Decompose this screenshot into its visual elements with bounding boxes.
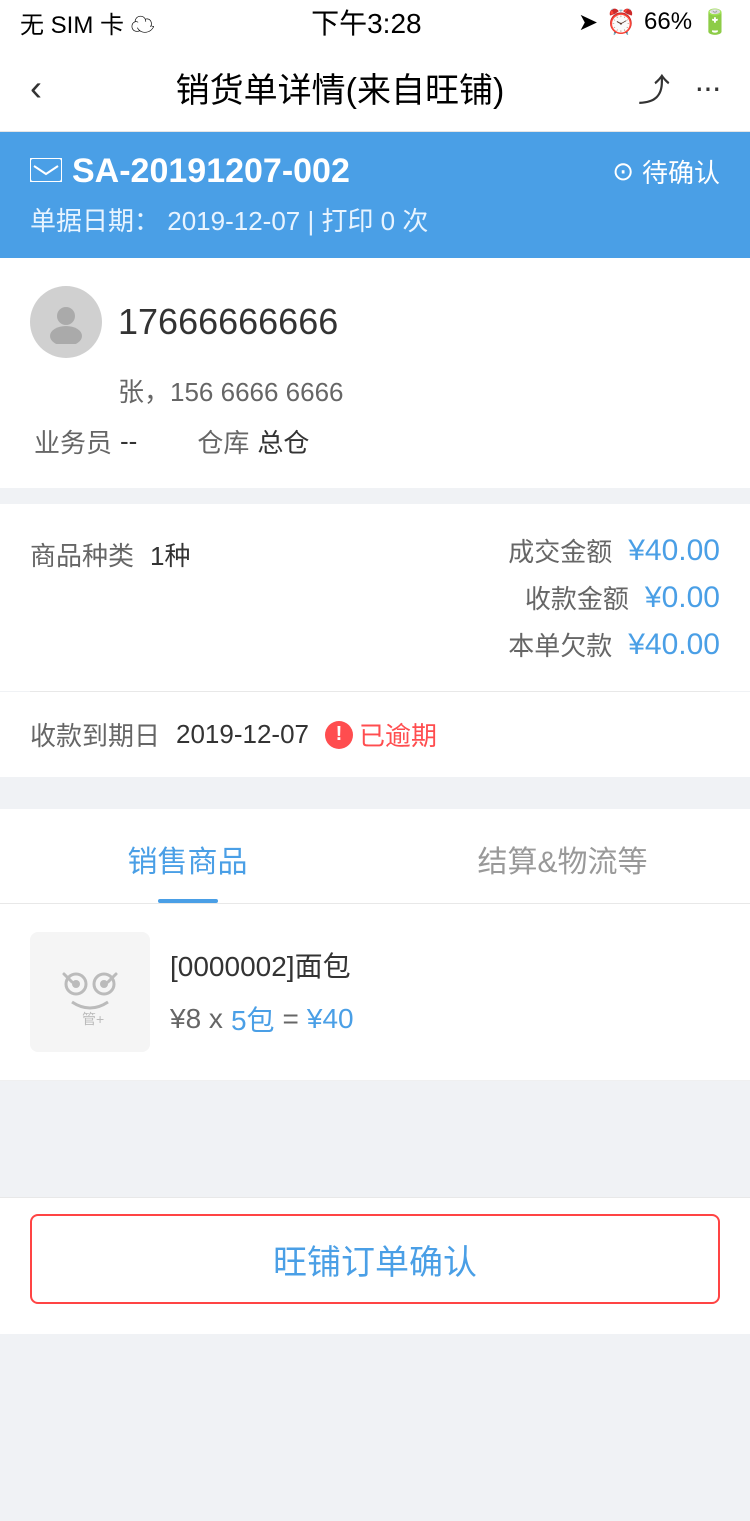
- tab-settlement-logistics[interactable]: 结算&物流等: [375, 809, 750, 903]
- product-type-value: 1种: [150, 536, 190, 573]
- more-button[interactable]: ···: [694, 69, 720, 106]
- customer-avatar: [30, 286, 102, 358]
- sales-value: --: [120, 426, 137, 457]
- section-divider-1: [0, 488, 750, 504]
- overdue-icon: !: [325, 721, 353, 749]
- sales-label: 业务员: [34, 423, 112, 460]
- product-unit-price: ¥8 x: [170, 1003, 223, 1035]
- amount-summary: 成交金额 ¥40.00 收款金额 ¥0.00 本单欠款 ¥40.00: [508, 532, 720, 663]
- order-header: SA-20191207-002 ⊙ 待确认 单据日期： 2019-12-07 |…: [0, 132, 750, 258]
- status-bar-left: 无 SIM 卡 ☁: [20, 5, 155, 40]
- due-date-section: 收款到期日 2019-12-07 ! 已逾期: [0, 692, 750, 777]
- order-status: ⊙ 待确认: [612, 153, 720, 190]
- product-equals: =: [283, 1003, 299, 1035]
- battery-status: 66%: [644, 8, 692, 36]
- location-icon: ➤: [578, 8, 598, 37]
- confirm-order-button[interactable]: 旺铺订单确认: [30, 1214, 720, 1304]
- warehouse-value: 总仓: [257, 423, 309, 460]
- customer-meta: 业务员 -- 仓库 总仓: [30, 423, 720, 460]
- order-icon: [30, 152, 62, 191]
- product-thumbnail: 管+: [30, 932, 150, 1052]
- product-name: [0000002]面包: [170, 945, 720, 985]
- debt-label: 本单欠款: [508, 626, 612, 663]
- transaction-label: 成交金额: [508, 532, 612, 569]
- alarm-icon: ⏰: [606, 8, 636, 37]
- product-total: ¥40: [307, 1003, 354, 1035]
- customer-section: 17666666666 张，156 6666 6666 业务员 -- 仓库 总仓: [0, 258, 750, 488]
- tabs-bar: 销售商品 结算&物流等: [0, 809, 750, 904]
- page-title: 销货单详情(来自旺铺): [176, 63, 505, 112]
- receipt-label: 收款金额: [525, 579, 629, 616]
- order-id: SA-20191207-002: [30, 152, 350, 191]
- product-qty: 5包: [231, 999, 275, 1039]
- bottom-bar: 旺铺订单确认: [0, 1197, 750, 1334]
- product-type-label: 商品种类: [30, 536, 134, 573]
- product-list: 管+ [0000002]面包 ¥8 x 5包 = ¥40: [0, 904, 750, 1081]
- nav-bar: ‹ 销货单详情(来自旺铺) ⤴ ···: [0, 44, 750, 132]
- tab-sales-products[interactable]: 销售商品: [0, 809, 375, 903]
- receipt-value: ¥0.00: [645, 581, 720, 615]
- status-bar-time: 下午3:28: [311, 2, 422, 42]
- share-button[interactable]: ⤴: [638, 65, 670, 111]
- section-divider-2: [0, 777, 750, 793]
- back-button[interactable]: ‹: [30, 67, 42, 109]
- debt-value: ¥40.00: [628, 628, 720, 662]
- product-price-line: ¥8 x 5包 = ¥40: [170, 999, 720, 1039]
- battery-icon: 🔋: [700, 8, 730, 37]
- overdue-text: 已逾期: [359, 716, 437, 753]
- status-clock-icon: ⊙: [612, 156, 634, 187]
- due-date-value: 2019-12-07: [176, 719, 309, 750]
- warehouse-label: 仓库: [197, 423, 249, 460]
- status-bar: 无 SIM 卡 ☁ 下午3:28 ➤ ⏰ 66% 🔋: [0, 0, 750, 44]
- svg-text:管+: 管+: [82, 1011, 104, 1027]
- order-number: SA-20191207-002: [72, 152, 350, 191]
- summary-section: 商品种类 1种 成交金额 ¥40.00 收款金额 ¥0.00 本单欠款 ¥40.…: [0, 504, 750, 691]
- product-item: 管+ [0000002]面包 ¥8 x 5包 = ¥40: [0, 904, 750, 1081]
- transaction-value: ¥40.00: [628, 534, 720, 568]
- customer-phone: 17666666666: [118, 301, 338, 343]
- due-date-label: 收款到期日: [30, 716, 160, 753]
- order-date-line: 单据日期： 2019-12-07 | 打印 0 次: [30, 201, 720, 238]
- tabs-section: 销售商品 结算&物流等 管+ [00000: [0, 809, 750, 1081]
- customer-name: 张，156 6666 6666: [30, 372, 720, 409]
- product-info: [0000002]面包 ¥8 x 5包 = ¥40: [170, 945, 720, 1039]
- overdue-badge: ! 已逾期: [325, 716, 437, 753]
- status-bar-right: ➤ ⏰ 66% 🔋: [578, 8, 730, 37]
- sim-status: 无 SIM 卡 ☁: [20, 5, 155, 40]
- status-text: 待确认: [642, 153, 720, 190]
- bottom-spacer: [0, 1381, 750, 1521]
- nav-actions: ⤴ ···: [638, 65, 720, 111]
